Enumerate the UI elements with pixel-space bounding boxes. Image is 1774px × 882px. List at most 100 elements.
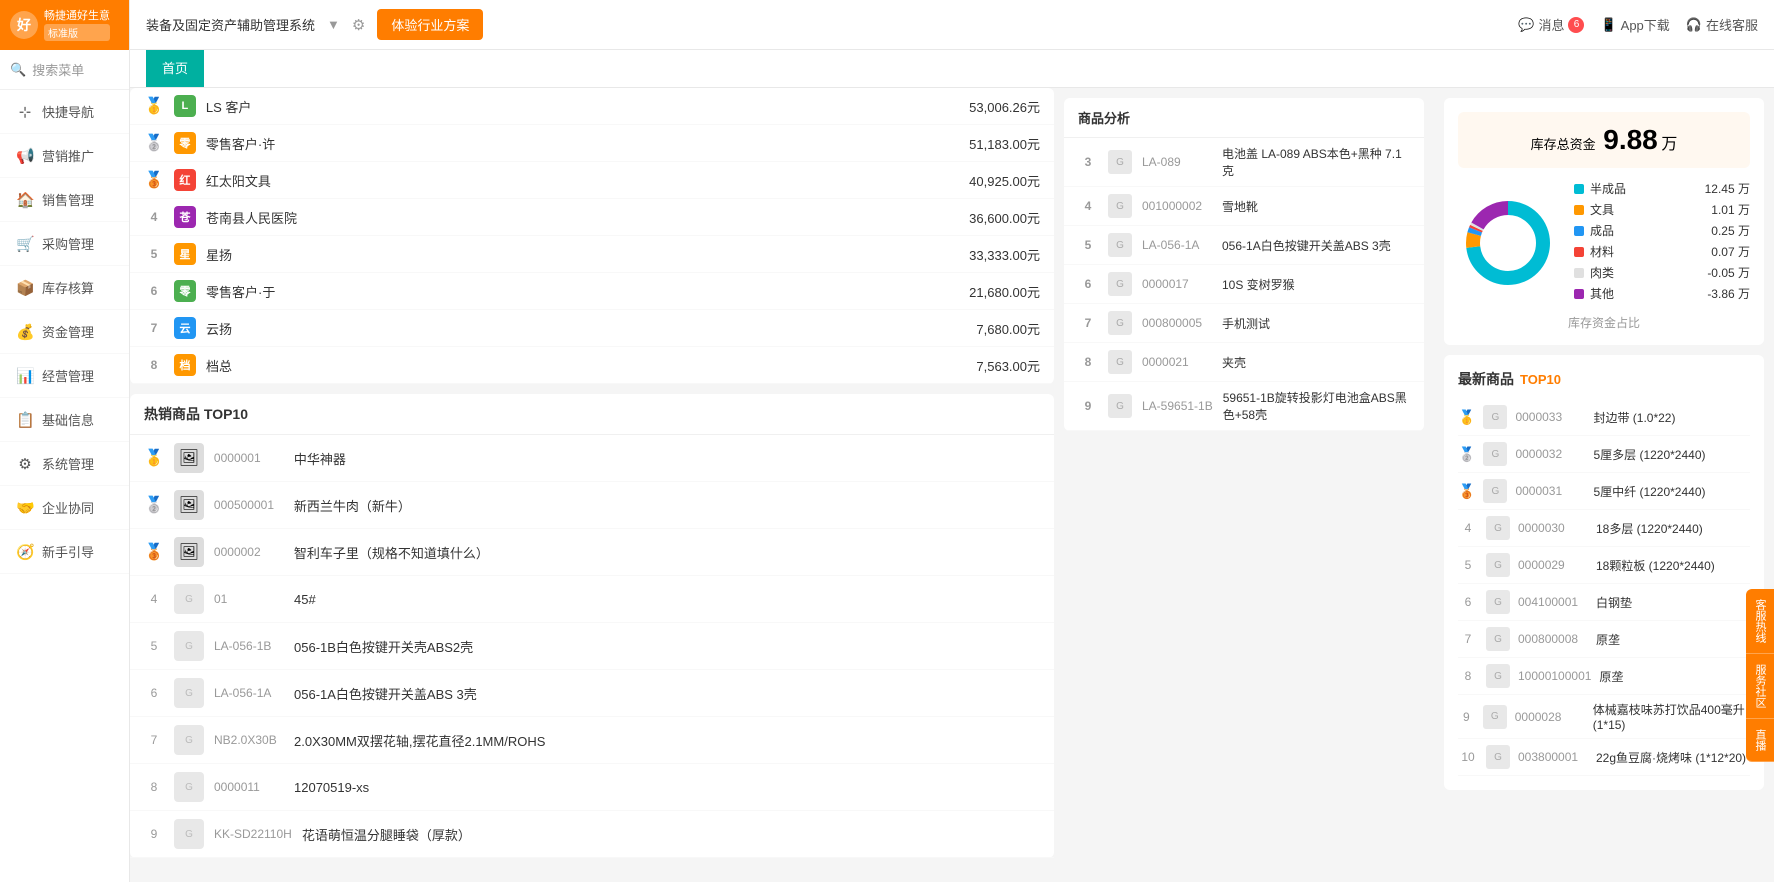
rank-num: 5 [144, 247, 164, 261]
new-product-item: 5 G 0000029 18颗粒板 (1220*2440) [1458, 547, 1750, 584]
left-column: 🥇 L LS 客户 53,006.26元 🥈 零 零售客户·许 51,183.0… [130, 88, 1054, 882]
customer-rank-list: 🥇 L LS 客户 53,006.26元 🥈 零 零售客户·许 51,183.0… [130, 88, 1054, 384]
hot-product-image: G [174, 584, 204, 614]
hot-product-code: 01 [214, 592, 284, 606]
nav-label-system: 系统管理 [42, 454, 94, 473]
customer-rank-item: 4 苍 苍南县人民医院 36,600.00元 [130, 199, 1054, 236]
customer-avatar: 档 [174, 354, 196, 376]
new-product-code: 004100001 [1518, 595, 1588, 609]
rank-num: 8 [144, 358, 164, 372]
sidebar-item-system[interactable]: ⚙系统管理 [0, 442, 129, 486]
new-product-code: 0000030 [1518, 521, 1588, 535]
float-button[interactable]: 直播 [1746, 719, 1774, 762]
medal-icon: 🥈 [144, 133, 164, 153]
legend-value: 0.25 万 [1700, 222, 1750, 239]
inventory-total-value: 9.88 [1603, 124, 1658, 155]
new-product-code: 000800008 [1518, 632, 1588, 646]
sidebar-item-inventory[interactable]: 📦库存核算 [0, 266, 129, 310]
legend-dot [1574, 205, 1584, 215]
new-product-image: G [1486, 516, 1510, 540]
new-rank-num: 4 [1458, 521, 1478, 535]
new-product-image: G [1486, 664, 1510, 688]
float-button[interactable]: 客服热线 [1746, 589, 1774, 654]
product-image-placeholder: G [1108, 150, 1132, 174]
sidebar-item-operations[interactable]: 📊经营管理 [0, 354, 129, 398]
product-code: 0000017 [1142, 277, 1212, 291]
product-code: LA-056-1A [1142, 238, 1212, 252]
new-product-name: 原垄 [1599, 668, 1623, 685]
message-label: 消息 [1538, 15, 1564, 34]
customer-value: 53,006.26元 [969, 97, 1040, 116]
hot-product-code: LA-056-1B [214, 639, 284, 653]
sidebar-item-basic-info[interactable]: 📋基础信息 [0, 398, 129, 442]
message-icon: 💬 [1518, 17, 1534, 33]
try-solution-button[interactable]: 体验行业方案 [377, 9, 483, 40]
rank-num: 7 [144, 321, 164, 335]
hot-rank-num: 6 [144, 686, 164, 700]
hot-product-image: 🖼 [174, 443, 204, 473]
sidebar-item-guide[interactable]: 🧭新手引导 [0, 530, 129, 574]
headset-icon: 🎧 [1686, 17, 1702, 33]
legend-dot [1574, 268, 1584, 278]
sidebar-item-finance[interactable]: 💰资金管理 [0, 310, 129, 354]
float-button[interactable]: 服务社区 [1746, 654, 1774, 719]
hot-product-item: 7 G NB2.0X30B 2.0X30MM双摆花轴,摆花直径2.1MM/ROH… [130, 717, 1054, 764]
legend-label: 半成品 [1590, 180, 1694, 197]
sidebar-item-marketing[interactable]: 📢营销推广 [0, 134, 129, 178]
new-product-image: G [1486, 553, 1510, 577]
app-download-button[interactable]: 📱 App下载 [1600, 15, 1669, 34]
hot-product-code: 0000002 [214, 545, 284, 559]
new-products-subtitle: TOP10 [1520, 372, 1561, 387]
new-product-code: 0000033 [1515, 410, 1585, 424]
rank-num: 8 [1078, 355, 1098, 369]
nav-label-basic-info: 基础信息 [42, 410, 94, 429]
new-product-code: 10000100001 [1518, 669, 1591, 683]
legend-item: 其他 -3.86 万 [1574, 285, 1750, 302]
hot-product-image: G [174, 819, 204, 849]
new-rank-num: 9 [1458, 710, 1475, 724]
new-products-card: 最新商品 TOP10 🥇 G 0000033 封边带 (1.0*22) 🥈 G … [1444, 355, 1764, 790]
product-code: 0000021 [1142, 355, 1212, 369]
legend-value: 12.45 万 [1700, 180, 1750, 197]
tab-home[interactable]: 首页 [146, 50, 204, 87]
customer-value: 40,925.00元 [969, 171, 1040, 190]
new-product-item: 10 G 003800001 22g鱼豆腐·烧烤味 (1*12*20) [1458, 739, 1750, 776]
new-product-code: 0000028 [1515, 710, 1585, 724]
new-product-item: 6 G 004100001 白钢垫 [1458, 584, 1750, 621]
sidebar-item-purchase[interactable]: 🛒采购管理 [0, 222, 129, 266]
donut-svg [1458, 193, 1558, 293]
customer-avatar: 零 [174, 280, 196, 302]
topbar-system-title: 装备及固定资产辅助管理系统 [146, 15, 315, 34]
rank-num: 3 [1078, 155, 1098, 169]
hot-product-image: 🖼 [174, 490, 204, 520]
customer-value: 36,600.00元 [969, 208, 1040, 227]
customer-name: 零售客户·于 [206, 282, 959, 301]
sidebar-item-sales[interactable]: 🏠销售管理 [0, 178, 129, 222]
product-name: 夹壳 [1222, 354, 1410, 371]
customer-rank-item: 8 档 档总 7,563.00元 [130, 347, 1054, 384]
new-products-list: 🥇 G 0000033 封边带 (1.0*22) 🥈 G 0000032 5厘多… [1458, 399, 1750, 776]
float-buttons: 客服热线服务社区直播 [1746, 589, 1774, 762]
new-rank-num: 5 [1458, 558, 1478, 572]
dropdown-arrow-icon[interactable]: ▼ [327, 17, 340, 32]
sidebar-item-quick-nav[interactable]: ⊹快捷导航 [0, 90, 129, 134]
legend-item: 成品 0.25 万 [1574, 222, 1750, 239]
inventory-card: 库存总资金 9.88 万 半成品 12.45 万 文具 1.01 万 成品 0.… [1444, 98, 1764, 345]
hot-product-item: 5 G LA-056-1B 056-1B白色按键开关壳ABS2壳 [130, 623, 1054, 670]
sidebar-search[interactable]: 🔍 搜索菜单 [0, 50, 129, 90]
settings-icon[interactable]: ⚙ [352, 16, 365, 34]
sidebar-item-cooperation[interactable]: 🤝企业协同 [0, 486, 129, 530]
hot-product-name: 2.0X30MM双摆花轴,摆花直径2.1MM/ROHS [294, 731, 545, 750]
product-name: 手机测试 [1222, 315, 1410, 332]
hot-product-item: 🥈 🖼 000500001 新西兰牛肉（新牛） [130, 482, 1054, 529]
customer-value: 51,183.00元 [969, 134, 1040, 153]
medal-icon: 🥈 [144, 495, 164, 515]
new-product-item: 9 G 0000028 体械嘉枝味苏打饮品400毫升 (1*15) [1458, 695, 1750, 739]
customer-avatar: L [174, 95, 196, 117]
online-service-button[interactable]: 🎧 在线客服 [1686, 15, 1758, 34]
rank-num: 6 [144, 284, 164, 298]
hot-product-name: 056-1A白色按键开关盖ABS 3壳 [294, 684, 477, 703]
new-product-item: 🥈 G 0000032 5厘多层 (1220*2440) [1458, 436, 1750, 473]
message-button[interactable]: 💬 消息 6 [1518, 15, 1584, 34]
new-product-code: 0000031 [1515, 484, 1585, 498]
